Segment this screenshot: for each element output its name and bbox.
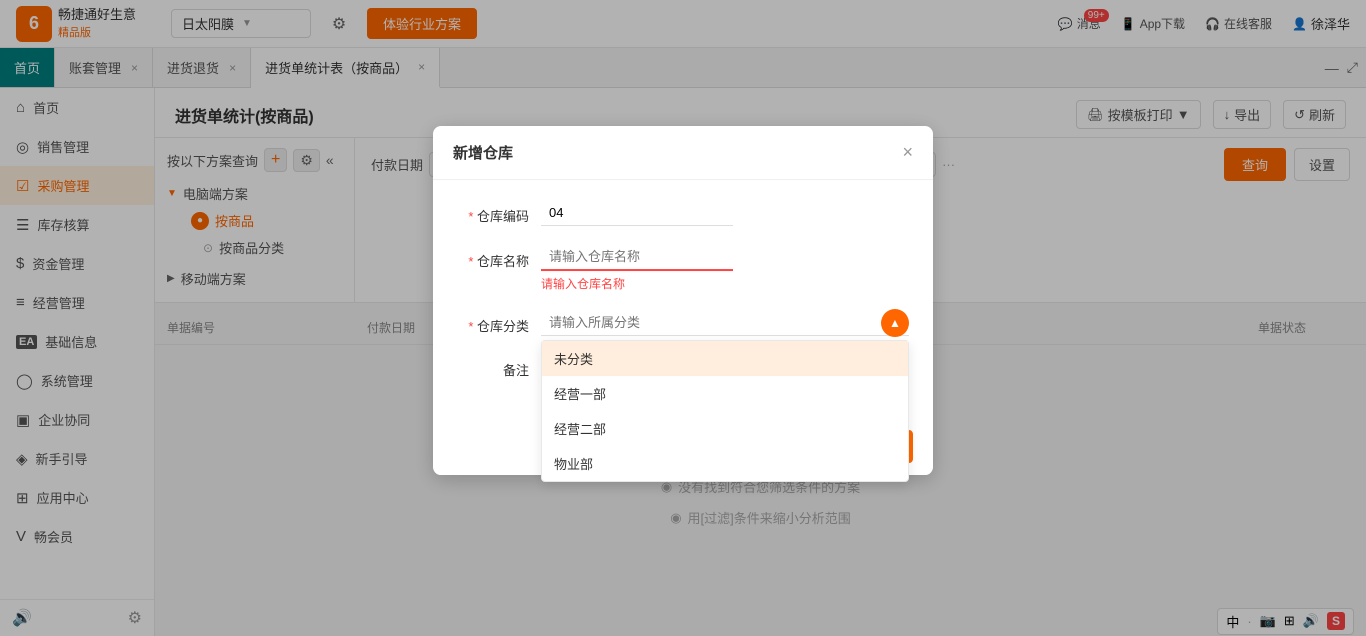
name-label: 仓库名称 bbox=[457, 245, 529, 270]
modal-close-icon[interactable]: × bbox=[902, 142, 913, 163]
code-row: 仓库编码 bbox=[457, 200, 909, 226]
option-property[interactable]: 物业部 bbox=[542, 446, 908, 481]
option-dept2[interactable]: 经营二部 bbox=[542, 411, 908, 446]
code-label: 仓库编码 bbox=[457, 200, 529, 225]
category-label: 仓库分类 bbox=[457, 310, 529, 335]
dropdown-toggle-btn[interactable]: ▲ bbox=[881, 309, 909, 337]
category-dropdown-wrapper: ▲ 未分类 经营一部 经营二部 物业部 bbox=[541, 310, 909, 336]
name-error-msg: 请输入仓库名称 bbox=[541, 277, 625, 291]
modal-header: 新增仓库 × bbox=[433, 126, 933, 180]
add-warehouse-modal: 新增仓库 × 仓库编码 仓库名称 请输入仓库名称 仓库分类 bbox=[433, 126, 933, 475]
option-none[interactable]: 未分类 bbox=[542, 341, 908, 376]
option-dept1[interactable]: 经营一部 bbox=[542, 376, 908, 411]
modal-title: 新增仓库 bbox=[453, 142, 513, 163]
name-input-wrapper bbox=[541, 244, 733, 271]
category-row: 仓库分类 ▲ 未分类 经营一部 经营二部 物业部 bbox=[457, 310, 909, 336]
code-input-wrapper bbox=[541, 200, 909, 226]
modal-body: 仓库编码 仓库名称 请输入仓库名称 仓库分类 ▲ bbox=[433, 180, 933, 418]
name-input[interactable] bbox=[541, 244, 733, 271]
name-row: 仓库名称 请输入仓库名称 bbox=[457, 244, 909, 292]
code-input[interactable] bbox=[541, 200, 733, 226]
note-label: 备注 bbox=[457, 354, 529, 379]
category-dropdown-list: 未分类 经营一部 经营二部 物业部 bbox=[541, 340, 909, 482]
category-input[interactable] bbox=[541, 310, 909, 336]
